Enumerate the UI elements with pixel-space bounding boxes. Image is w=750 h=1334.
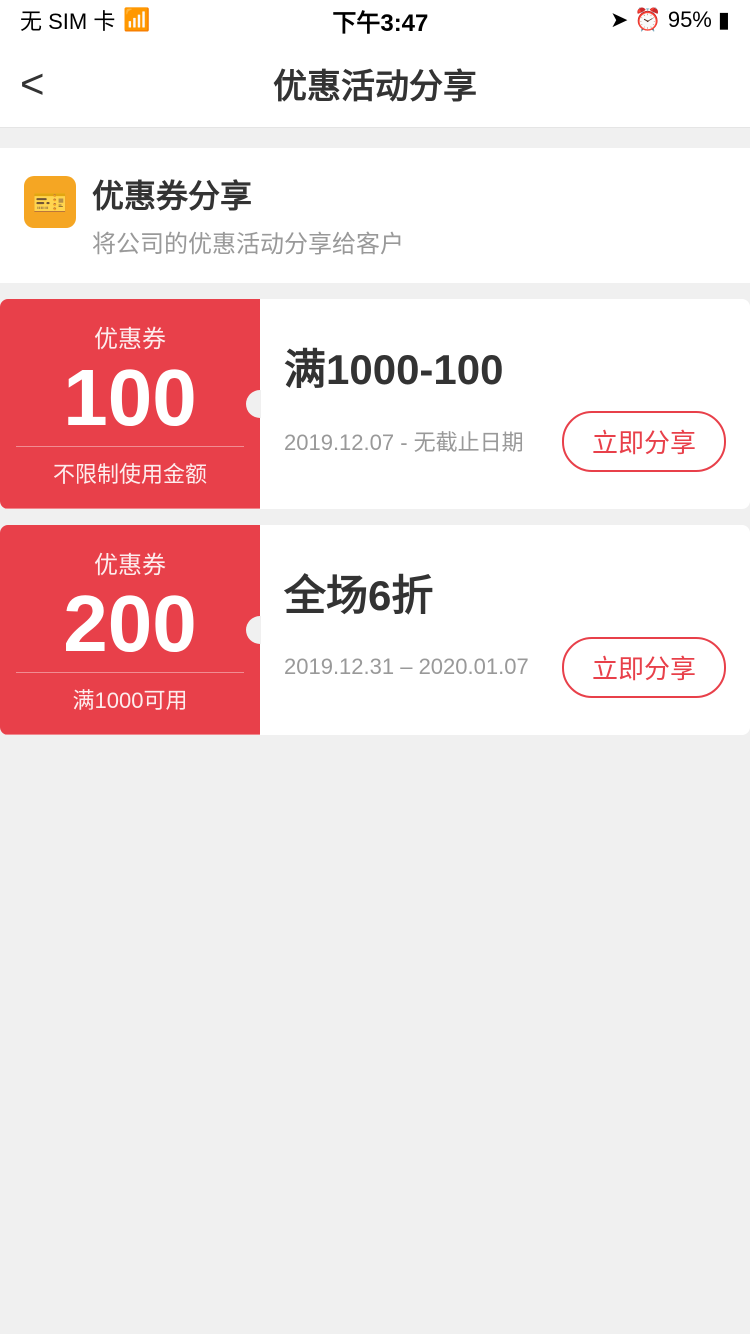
coupon-right-1: 全场6折 2019.12.31 – 2020.01.07 立即分享 (260, 525, 750, 735)
coupon-icon: 🎫 (33, 186, 68, 219)
coupon-divider-0 (16, 446, 244, 447)
section-text-group: 优惠券分享 将公司的优惠活动分享给客户 (92, 176, 404, 259)
status-right: ➤ ⏰ 95% ▮ (610, 7, 730, 33)
bottom-area (0, 751, 750, 1251)
section-header: 🎫 优惠券分享 将公司的优惠活动分享给客户 (0, 148, 750, 283)
location-icon: ➤ (610, 7, 628, 33)
status-time: 下午3:47 (332, 3, 428, 38)
coupon-list: 优惠券 100 不限制使用金额 满1000-100 2019.12.07 - 无… (0, 299, 750, 751)
coupon-date-1: 2019.12.31 – 2020.01.07 (284, 654, 529, 680)
coupon-name-1: 全场6折 (284, 562, 726, 623)
wifi-icon: 📶 (123, 7, 150, 33)
share-button-0[interactable]: 立即分享 (562, 411, 726, 472)
coupon-amount-1: 200 (63, 584, 196, 664)
share-button-1[interactable]: 立即分享 (562, 637, 726, 698)
page-title: 优惠活动分享 (273, 59, 477, 108)
coupon-left-0: 优惠券 100 不限制使用金额 (0, 299, 260, 509)
nav-bar: < 优惠活动分享 (0, 40, 750, 128)
battery-icon: ▮ (718, 7, 730, 33)
coupon-divider-1 (16, 672, 244, 673)
coupon-condition-1: 满1000可用 (73, 683, 188, 715)
coupon-right-0: 满1000-100 2019.12.07 - 无截止日期 立即分享 (260, 299, 750, 509)
coupon-type-0: 优惠券 (94, 319, 166, 354)
battery-level: 95% (668, 7, 712, 33)
coupon-meta-0: 2019.12.07 - 无截止日期 立即分享 (284, 411, 726, 472)
coupon-date-0: 2019.12.07 - 无截止日期 (284, 425, 524, 457)
section-title: 优惠券分享 (92, 176, 404, 218)
back-icon: < (20, 60, 45, 108)
coupon-name-0: 满1000-100 (284, 336, 726, 397)
coupon-left-1: 优惠券 200 满1000可用 (0, 525, 260, 735)
sim-signal: 无 SIM 卡 (20, 4, 115, 36)
alarm-icon: ⏰ (634, 7, 661, 33)
status-bar: 无 SIM 卡 📶 下午3:47 ➤ ⏰ 95% ▮ (0, 0, 750, 40)
coupon-card-1: 优惠券 200 满1000可用 全场6折 2019.12.31 – 2020.0… (0, 525, 750, 735)
coupon-card-0: 优惠券 100 不限制使用金额 满1000-100 2019.12.07 - 无… (0, 299, 750, 509)
coupon-amount-0: 100 (63, 358, 196, 438)
status-left: 无 SIM 卡 📶 (20, 4, 151, 36)
coupon-meta-1: 2019.12.31 – 2020.01.07 立即分享 (284, 637, 726, 698)
section-icon: 🎫 (24, 176, 76, 228)
section-subtitle: 将公司的优惠活动分享给客户 (92, 224, 404, 259)
coupon-condition-0: 不限制使用金额 (53, 457, 207, 489)
back-button[interactable]: < (20, 60, 45, 108)
coupon-type-1: 优惠券 (94, 545, 166, 580)
